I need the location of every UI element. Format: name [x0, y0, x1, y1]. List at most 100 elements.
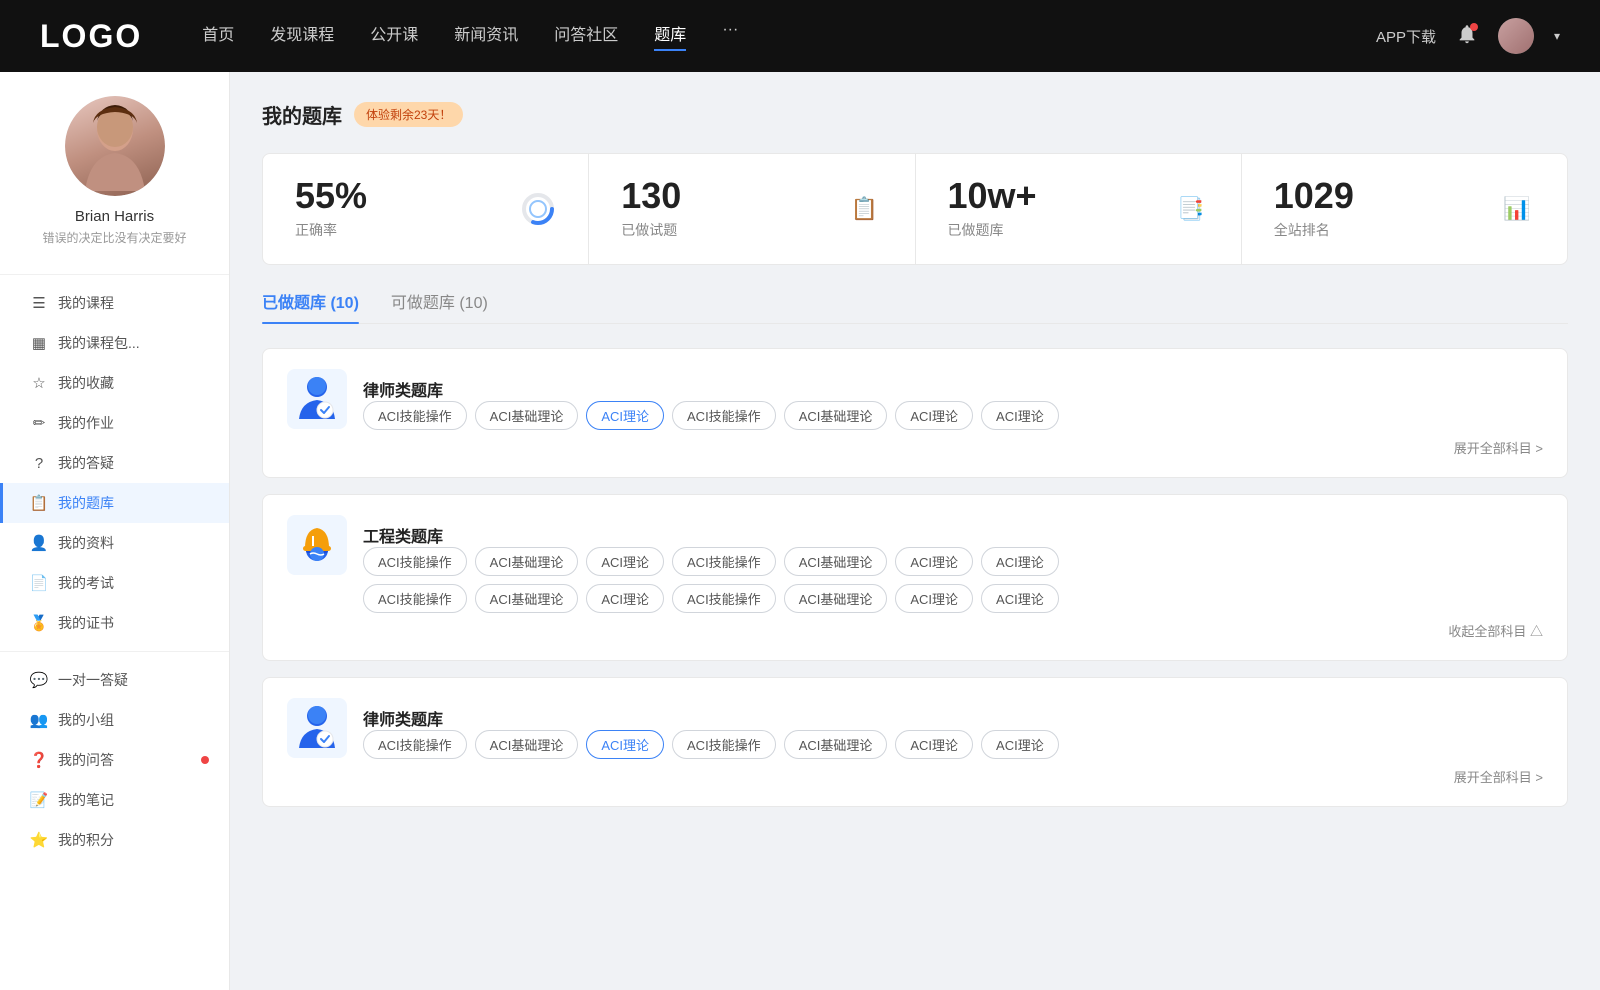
- avatar[interactable]: [1498, 18, 1534, 54]
- stat-done-text: 130 已做试题: [621, 178, 830, 240]
- stat-done-banks: 10w+ 已做题库 📑: [916, 154, 1242, 264]
- tag[interactable]: ACI基础理论: [784, 584, 888, 613]
- stat-ranking-label: 全站排名: [1274, 220, 1483, 240]
- qbank-lawyer-title: 律师类题库: [363, 377, 1543, 401]
- tag[interactable]: ACI理论: [586, 547, 664, 576]
- profile-section: Brian Harris 错误的决定比没有决定要好: [0, 96, 229, 266]
- sidebar-item-my-qa[interactable]: ❓ 我的问答: [0, 740, 229, 780]
- question-icon: ?: [30, 454, 48, 472]
- stat-ranking-text: 1029 全站排名: [1274, 178, 1483, 240]
- logo: LOGO: [40, 18, 142, 55]
- tag[interactable]: ACI理论: [981, 547, 1059, 576]
- tag[interactable]: ACI技能操作: [672, 730, 776, 759]
- tag[interactable]: ACI基础理论: [784, 401, 888, 430]
- tag[interactable]: ACI理论: [895, 730, 973, 759]
- bar-chart-icon: 📊: [1503, 196, 1530, 222]
- tag[interactable]: ACI技能操作: [672, 401, 776, 430]
- cert-icon: 🏅: [30, 614, 48, 632]
- tag[interactable]: ACI技能操作: [363, 401, 467, 430]
- qbank-engineering-icon: [287, 515, 347, 575]
- nav-news[interactable]: 新闻资讯: [454, 21, 518, 51]
- doc-blue-icon: 📋: [851, 196, 878, 222]
- qbank-card-lawyer: 律师类题库 ACI技能操作 ACI基础理论 ACI理论 ACI技能操作 ACI基…: [262, 348, 1568, 478]
- tag[interactable]: ACI技能操作: [363, 547, 467, 576]
- chevron-down-icon[interactable]: ▾: [1554, 29, 1560, 43]
- expand-lawyer[interactable]: 展开全部科目 >: [363, 438, 1543, 457]
- tag[interactable]: ACI基础理论: [784, 730, 888, 759]
- tag[interactable]: ACI技能操作: [363, 730, 467, 759]
- nav-open-course[interactable]: 公开课: [370, 21, 418, 51]
- stat-done-value: 130: [621, 178, 830, 214]
- qbank-lawyer2-icon: [287, 698, 347, 758]
- stat-banks-icon: 📑: [1173, 191, 1209, 227]
- stat-accuracy-icon: [520, 191, 556, 227]
- score-icon: ⭐: [30, 831, 48, 849]
- tab-available[interactable]: 可做题库 (10): [391, 289, 488, 323]
- sidebar-item-notes[interactable]: 📝 我的笔记: [0, 780, 229, 820]
- tag[interactable]: ACI理论: [895, 547, 973, 576]
- nav-discover[interactable]: 发现课程: [270, 21, 334, 51]
- lawyer2-person-icon: [295, 703, 339, 753]
- nav-home[interactable]: 首页: [202, 21, 234, 51]
- avatar-silhouette: [80, 101, 150, 191]
- book-icon: 📋: [30, 494, 48, 512]
- tag[interactable]: ACI技能操作: [672, 547, 776, 576]
- tag[interactable]: ACI基础理论: [475, 547, 579, 576]
- tag-active[interactable]: ACI理论: [586, 401, 664, 430]
- tag[interactable]: ACI理论: [981, 401, 1059, 430]
- nav-qbank[interactable]: 题库: [654, 21, 686, 51]
- notification-bell[interactable]: [1456, 23, 1478, 50]
- qbank-card-lawyer2: 律师类题库 ACI技能操作 ACI基础理论 ACI理论 ACI技能操作 ACI基…: [262, 677, 1568, 807]
- collapse-engineering[interactable]: 收起全部科目 △: [363, 621, 1543, 640]
- sidebar-item-questions[interactable]: ? 我的答疑: [0, 443, 229, 483]
- sidebar-item-my-courses[interactable]: ☰ 我的课程: [0, 283, 229, 323]
- stat-accuracy-value: 55%: [295, 178, 504, 214]
- bar-icon: ▦: [30, 334, 48, 352]
- sidebar-item-favorites[interactable]: ☆ 我的收藏: [0, 363, 229, 403]
- nav-qa[interactable]: 问答社区: [554, 21, 618, 51]
- sidebar-item-course-package[interactable]: ▦ 我的课程包...: [0, 323, 229, 363]
- tag[interactable]: ACI基础理论: [784, 547, 888, 576]
- doc-amber-icon: 📑: [1177, 196, 1204, 222]
- tag[interactable]: ACI理论: [981, 584, 1059, 613]
- sidebar-divider-2: [0, 651, 229, 652]
- tag[interactable]: ACI理论: [586, 584, 664, 613]
- app-download-button[interactable]: APP下载: [1376, 26, 1436, 47]
- stat-banks-label: 已做题库: [948, 220, 1157, 240]
- tag[interactable]: ACI技能操作: [672, 584, 776, 613]
- tag[interactable]: ACI基础理论: [475, 401, 579, 430]
- tag[interactable]: ACI技能操作: [363, 584, 467, 613]
- sidebar-item-group[interactable]: 👥 我的小组: [0, 700, 229, 740]
- chat-icon: 💬: [30, 671, 48, 689]
- sidebar-item-homework[interactable]: ✏ 我的作业: [0, 403, 229, 443]
- sidebar-divider-1: [0, 274, 229, 275]
- note-icon: 📝: [30, 791, 48, 809]
- tag[interactable]: ACI理论: [981, 730, 1059, 759]
- stat-ranking-icon: 📊: [1499, 191, 1535, 227]
- sidebar-item-cert[interactable]: 🏅 我的证书: [0, 603, 229, 643]
- nav-more[interactable]: ···: [722, 21, 738, 51]
- group-icon: 👥: [30, 711, 48, 729]
- sidebar-item-qbank[interactable]: 📋 我的题库: [0, 483, 229, 523]
- tab-done[interactable]: 已做题库 (10): [262, 289, 359, 323]
- engineer-helmet-icon: [295, 520, 339, 570]
- tag[interactable]: ACI理论: [895, 401, 973, 430]
- profile-avatar: [65, 96, 165, 196]
- qbank-engineering-tags-row1: ACI技能操作 ACI基础理论 ACI理论 ACI技能操作 ACI基础理论 AC…: [363, 547, 1543, 576]
- expand-lawyer2[interactable]: 展开全部科目 >: [363, 767, 1543, 786]
- sidebar-item-exam[interactable]: 📄 我的考试: [0, 563, 229, 603]
- stat-done-label: 已做试题: [621, 220, 830, 240]
- tag-active[interactable]: ACI理论: [586, 730, 664, 759]
- qa-icon: ❓: [30, 751, 48, 769]
- page-header: 我的题库 体验剩余23天！: [262, 100, 1568, 129]
- edit-icon: ✏: [30, 414, 48, 432]
- tag[interactable]: ACI基础理论: [475, 730, 579, 759]
- qbank-engineering-title: 工程类题库: [363, 523, 1543, 547]
- tag[interactable]: ACI理论: [895, 584, 973, 613]
- tag[interactable]: ACI基础理论: [475, 584, 579, 613]
- sidebar-item-one-on-one[interactable]: 💬 一对一答疑: [0, 660, 229, 700]
- stat-banks-text: 10w+ 已做题库: [948, 178, 1157, 240]
- user-icon: 👤: [30, 534, 48, 552]
- sidebar-item-points[interactable]: ⭐ 我的积分: [0, 820, 229, 860]
- sidebar-item-profile[interactable]: 👤 我的资料: [0, 523, 229, 563]
